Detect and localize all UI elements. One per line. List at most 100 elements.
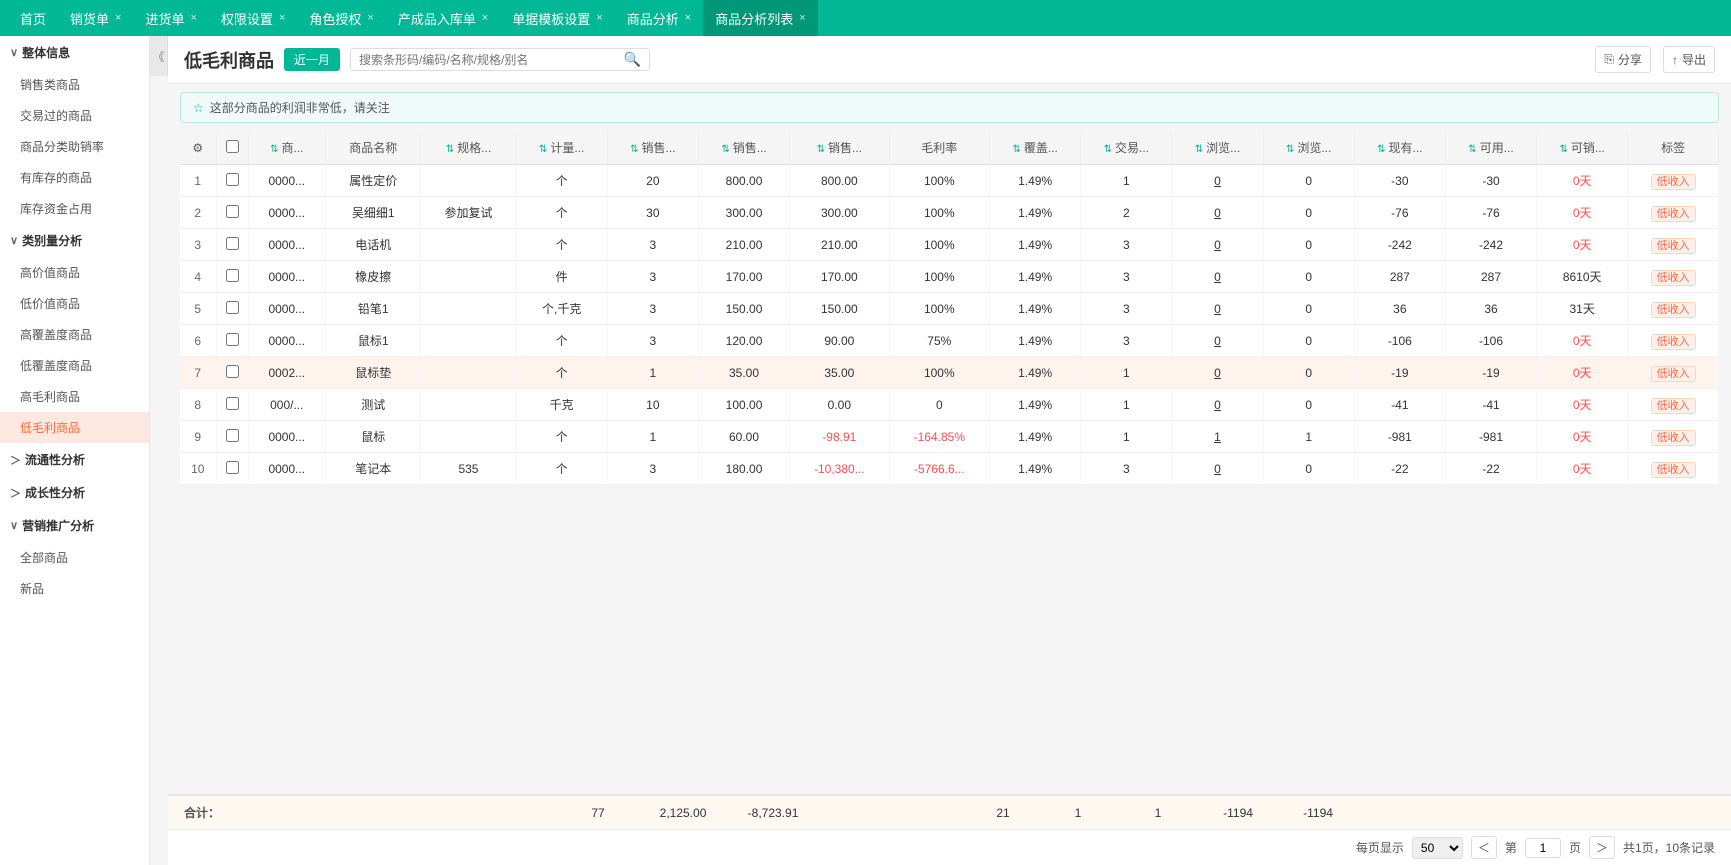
sidebar-group-growth[interactable]: ＞ 成长性分析: [0, 476, 149, 509]
row-check-4[interactable]: [226, 269, 239, 282]
row-checkbox-5[interactable]: [216, 293, 248, 325]
nav-product-inbound[interactable]: 产成品入库单 ×: [386, 0, 500, 36]
sidebar-item-capital[interactable]: 库存资金占用: [0, 193, 149, 224]
row-browse1-2[interactable]: 0: [1172, 197, 1263, 229]
period-tab-recent-month[interactable]: 近一月: [284, 48, 340, 71]
nav-template-settings[interactable]: 单据模板设置 ×: [500, 0, 614, 36]
row-browse1-4[interactable]: 0: [1172, 261, 1263, 293]
sidebar-item-high-gross[interactable]: 高毛利商品: [0, 381, 149, 412]
nav-product-analysis-list[interactable]: 商品分析列表 ×: [703, 0, 817, 36]
sidebar-item-high-coverage[interactable]: 高覆盖度商品: [0, 319, 149, 350]
col-code-header[interactable]: ⇅商...: [248, 131, 326, 165]
row-checkbox-8[interactable]: [216, 389, 248, 421]
row-checkbox-4[interactable]: [216, 261, 248, 293]
notice-icon: ☆: [193, 101, 204, 115]
row-sale1-5: 3: [607, 293, 698, 325]
sidebar-group-circulation[interactable]: ＞ 流通性分析: [0, 443, 149, 476]
next-page-button[interactable]: ＞: [1589, 836, 1615, 859]
col-coverage-header[interactable]: ⇅覆盖...: [990, 131, 1081, 165]
col-sale3-header[interactable]: ⇅销售...: [790, 131, 889, 165]
col-sale1-header[interactable]: ⇅销售...: [607, 131, 698, 165]
close-template-icon[interactable]: ×: [596, 12, 602, 24]
export-button[interactable]: ↑ 导出: [1663, 46, 1715, 73]
row-coverage-4: 1.49%: [990, 261, 1081, 293]
nav-permission-settings[interactable]: 权限设置 ×: [209, 0, 297, 36]
sidebar-item-new-products[interactable]: 新品: [0, 573, 149, 604]
settings-icon[interactable]: ⚙: [192, 141, 203, 155]
col-gross-header[interactable]: 毛利率: [889, 131, 990, 165]
row-browse1-8[interactable]: 0: [1172, 389, 1263, 421]
search-input[interactable]: [359, 53, 624, 67]
close-permission-icon[interactable]: ×: [279, 12, 285, 24]
row-check-10[interactable]: [226, 461, 239, 474]
row-checkbox-2[interactable]: [216, 197, 248, 229]
current-page-input[interactable]: [1525, 838, 1561, 858]
row-checkbox-3[interactable]: [216, 229, 248, 261]
row-browse1-1[interactable]: 0: [1172, 165, 1263, 197]
table-container: ⚙ ⇅商... 商品名称 ⇅规格... ⇅计量... ⇅销售... ⇅销售...…: [168, 131, 1731, 794]
sidebar-group-category[interactable]: ∨ 类别量分析: [0, 224, 149, 257]
sidebar-item-in-stock[interactable]: 有库存的商品: [0, 162, 149, 193]
col-trade-header[interactable]: ⇅交易...: [1081, 131, 1172, 165]
row-check-8[interactable]: [226, 397, 239, 410]
col-stock-header[interactable]: ⇅现有...: [1354, 131, 1445, 165]
nav-home[interactable]: 首页: [8, 0, 58, 36]
sidebar-item-low-coverage[interactable]: 低覆盖度商品: [0, 350, 149, 381]
row-checkbox-7[interactable]: [216, 357, 248, 389]
sidebar-item-all-products[interactable]: 全部商品: [0, 542, 149, 573]
row-browse1-9[interactable]: 1: [1172, 421, 1263, 453]
close-sales-order-icon[interactable]: ×: [115, 12, 121, 24]
row-checkbox-9[interactable]: [216, 421, 248, 453]
close-purchase-order-icon[interactable]: ×: [190, 12, 196, 24]
sidebar-group-overall[interactable]: ∨ 整体信息: [0, 36, 149, 69]
row-check-2[interactable]: [226, 205, 239, 218]
row-checkbox-10[interactable]: [216, 453, 248, 485]
row-check-5[interactable]: [226, 301, 239, 314]
col-sale2-header[interactable]: ⇅销售...: [698, 131, 789, 165]
row-browse1-7[interactable]: 0: [1172, 357, 1263, 389]
prev-page-button[interactable]: ＜: [1471, 836, 1497, 859]
row-sellable-2: 0天: [1537, 197, 1628, 229]
row-check-7[interactable]: [226, 365, 239, 378]
col-browse1-header[interactable]: ⇅浏览...: [1172, 131, 1263, 165]
col-browse2-header[interactable]: ⇅浏览...: [1263, 131, 1354, 165]
nav-product-analysis[interactable]: 商品分析 ×: [615, 0, 703, 36]
row-coverage-5: 1.49%: [990, 293, 1081, 325]
per-page-select[interactable]: 50 20 100: [1412, 837, 1463, 859]
row-check-3[interactable]: [226, 237, 239, 250]
row-coverage-2: 1.49%: [990, 197, 1081, 229]
col-tag-header[interactable]: 标签: [1628, 131, 1719, 165]
sidebar-item-traded-products[interactable]: 交易过的商品: [0, 100, 149, 131]
sidebar-item-low-value[interactable]: 低价值商品: [0, 288, 149, 319]
row-check-9[interactable]: [226, 429, 239, 442]
col-sellable-header[interactable]: ⇅可销...: [1537, 131, 1628, 165]
select-all-checkbox[interactable]: [226, 140, 239, 153]
row-sale2-1: 800.00: [698, 165, 789, 197]
sidebar-item-low-gross[interactable]: 低毛利商品: [0, 412, 149, 443]
row-checkbox-6[interactable]: [216, 325, 248, 357]
col-name-header[interactable]: 商品名称: [326, 131, 421, 165]
sidebar-item-high-value[interactable]: 高价值商品: [0, 257, 149, 288]
nav-sales-order[interactable]: 销货单 ×: [58, 0, 133, 36]
col-avail-header[interactable]: ⇅可用...: [1445, 131, 1536, 165]
nav-role-auth[interactable]: 角色授权 ×: [297, 0, 385, 36]
row-check-6[interactable]: [226, 333, 239, 346]
row-browse1-6[interactable]: 0: [1172, 325, 1263, 357]
sidebar-item-category-rate[interactable]: 商品分类助销率: [0, 131, 149, 162]
row-check-1[interactable]: [226, 173, 239, 186]
row-checkbox-1[interactable]: [216, 165, 248, 197]
row-browse1-3[interactable]: 0: [1172, 229, 1263, 261]
col-unit-header[interactable]: ⇅计量...: [516, 131, 607, 165]
sidebar-collapse-button[interactable]: 《: [150, 36, 168, 76]
col-spec-header[interactable]: ⇅规格...: [421, 131, 516, 165]
nav-purchase-order[interactable]: 进货单 ×: [133, 0, 208, 36]
row-browse1-5[interactable]: 0: [1172, 293, 1263, 325]
close-analysis-icon[interactable]: ×: [685, 12, 691, 24]
row-browse1-10[interactable]: 0: [1172, 453, 1263, 485]
share-button[interactable]: ⎘ 分享: [1595, 46, 1651, 73]
close-role-icon[interactable]: ×: [367, 12, 373, 24]
close-inbound-icon[interactable]: ×: [482, 12, 488, 24]
sidebar-group-marketing[interactable]: ∨ 营销推广分析: [0, 509, 149, 542]
close-analysis-list-icon[interactable]: ×: [799, 12, 805, 24]
sidebar-item-sales-products[interactable]: 销售类商品: [0, 69, 149, 100]
